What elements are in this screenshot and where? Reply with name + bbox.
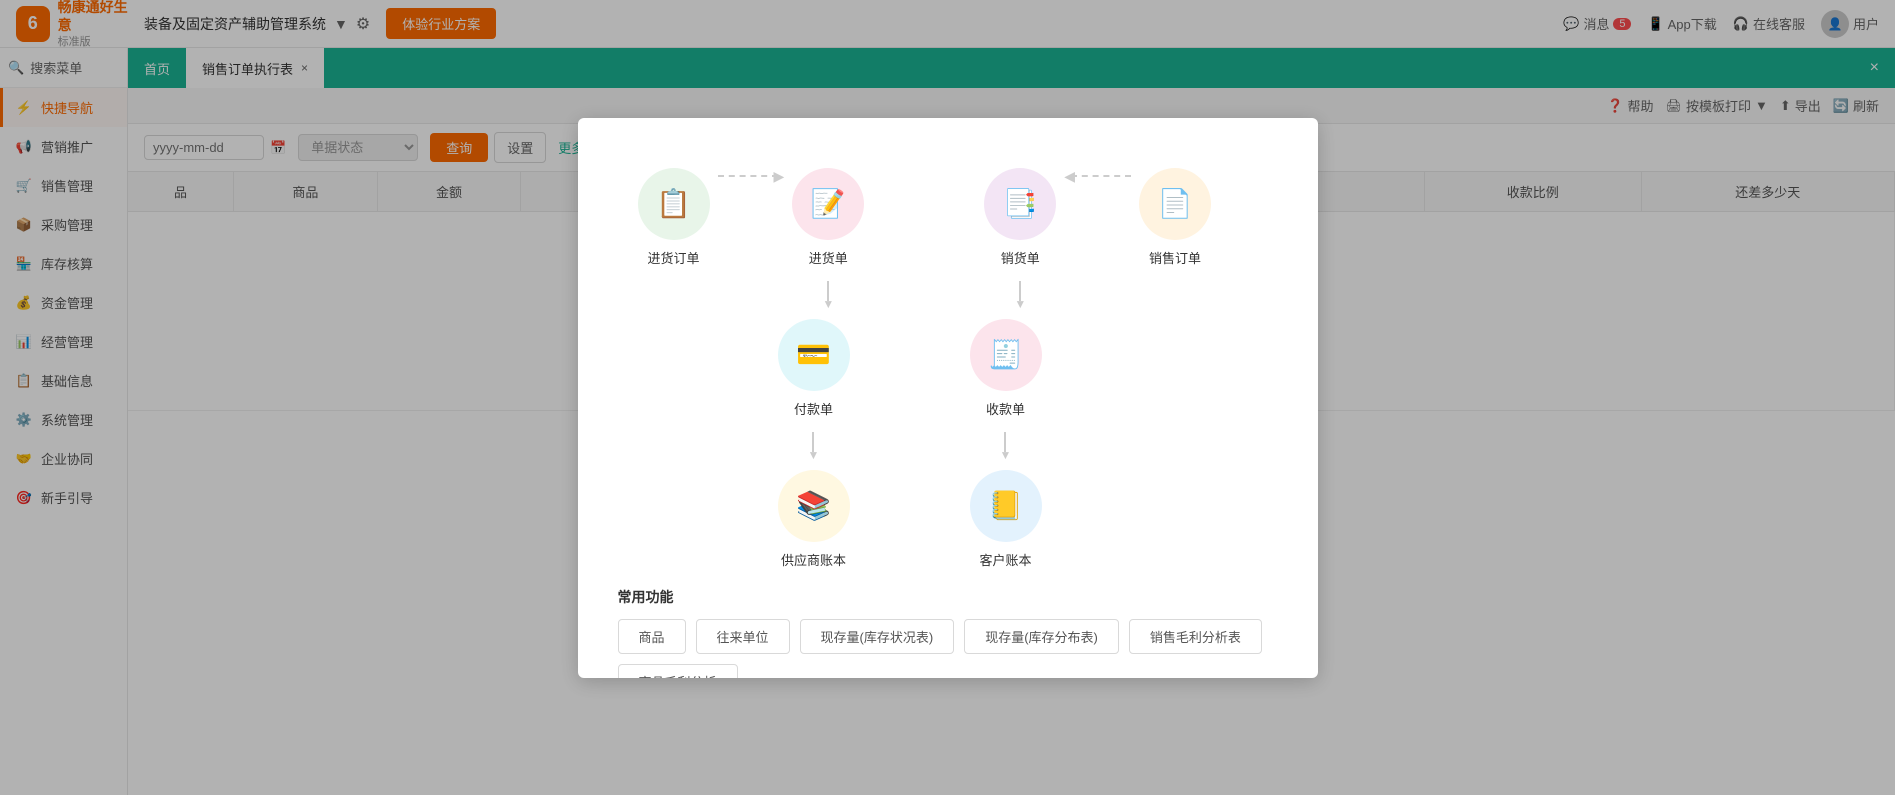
arrow-h2: ◀ [1064, 168, 1131, 207]
flow-modal: 📋 进货订单 ▶ 📝 进货单 [578, 118, 1318, 678]
btn-stock-status[interactable]: 现存量(库存状况表) [800, 619, 955, 654]
receipt-label: 收款单 [986, 399, 1025, 418]
customer-ledger-label: 客户账本 [979, 550, 1031, 569]
common-buttons-row-1: 商品 往来单位 现存量(库存状况表) 现存量(库存分布表) 销售毛利分析表 商品… [618, 619, 1278, 678]
flow-row-2: 💳 付款单 ▼ 🧾 [638, 319, 1278, 462]
receipt-node: 🧾 收款单 ▼ [970, 319, 1042, 462]
sales-order-node: 📄 销售订单 [1139, 168, 1211, 267]
supplier-ledger-label: 供应商账本 [781, 550, 846, 569]
common-functions-title: 常用功能 [618, 587, 1278, 607]
sales-order-icon[interactable]: 📄 [1139, 168, 1211, 240]
purchase-order-icon[interactable]: 📋 [638, 168, 710, 240]
supplier-ledger-node: 📚 供应商账本 [778, 470, 850, 569]
modal-overlay[interactable]: 📋 进货订单 ▶ 📝 进货单 [0, 0, 1895, 795]
payment-label: 付款单 [794, 399, 833, 418]
sales-order-label: 销售订单 [1149, 248, 1201, 267]
purchase-icon[interactable]: 📝 [792, 168, 864, 240]
btn-product[interactable]: 商品 [618, 619, 686, 654]
btn-stock-dist[interactable]: 现存量(库存分布表) [964, 619, 1119, 654]
flow-row-1: 📋 进货订单 ▶ 📝 进货单 [638, 168, 1278, 311]
customer-ledger-node: 📒 客户账本 [970, 470, 1042, 569]
flow-row-3: 📚 供应商账本 📒 客户账本 [638, 470, 1278, 569]
purchase-order-node: 📋 进货订单 [638, 168, 710, 267]
purchase-node: 📝 进货单 ▼ [792, 168, 864, 311]
payment-node: 💳 付款单 ▼ [778, 319, 850, 462]
sales-bill-label: 销货单 [1001, 248, 1040, 267]
btn-product-gross[interactable]: 商品毛利分析 [618, 664, 738, 678]
sales-bill-node: 📑 销货单 ▼ [984, 168, 1056, 311]
customer-ledger-icon[interactable]: 📒 [970, 470, 1042, 542]
purchase-label: 进货单 [809, 248, 848, 267]
flow-diagram: 📋 进货订单 ▶ 📝 进货单 [618, 148, 1278, 579]
arrow-h1: ▶ [718, 168, 785, 207]
receipt-icon[interactable]: 🧾 [970, 319, 1042, 391]
modal-content: 📋 进货订单 ▶ 📝 进货单 [578, 118, 1318, 678]
sales-bill-icon[interactable]: 📑 [984, 168, 1056, 240]
payment-icon[interactable]: 💳 [778, 319, 850, 391]
btn-sales-gross[interactable]: 销售毛利分析表 [1129, 619, 1262, 654]
btn-partner[interactable]: 往来单位 [696, 619, 790, 654]
common-functions-section: 常用功能 商品 往来单位 现存量(库存状况表) 现存量(库存分布表) 销售毛利分… [618, 587, 1278, 678]
supplier-ledger-icon[interactable]: 📚 [778, 470, 850, 542]
purchase-order-label: 进货订单 [647, 248, 699, 267]
